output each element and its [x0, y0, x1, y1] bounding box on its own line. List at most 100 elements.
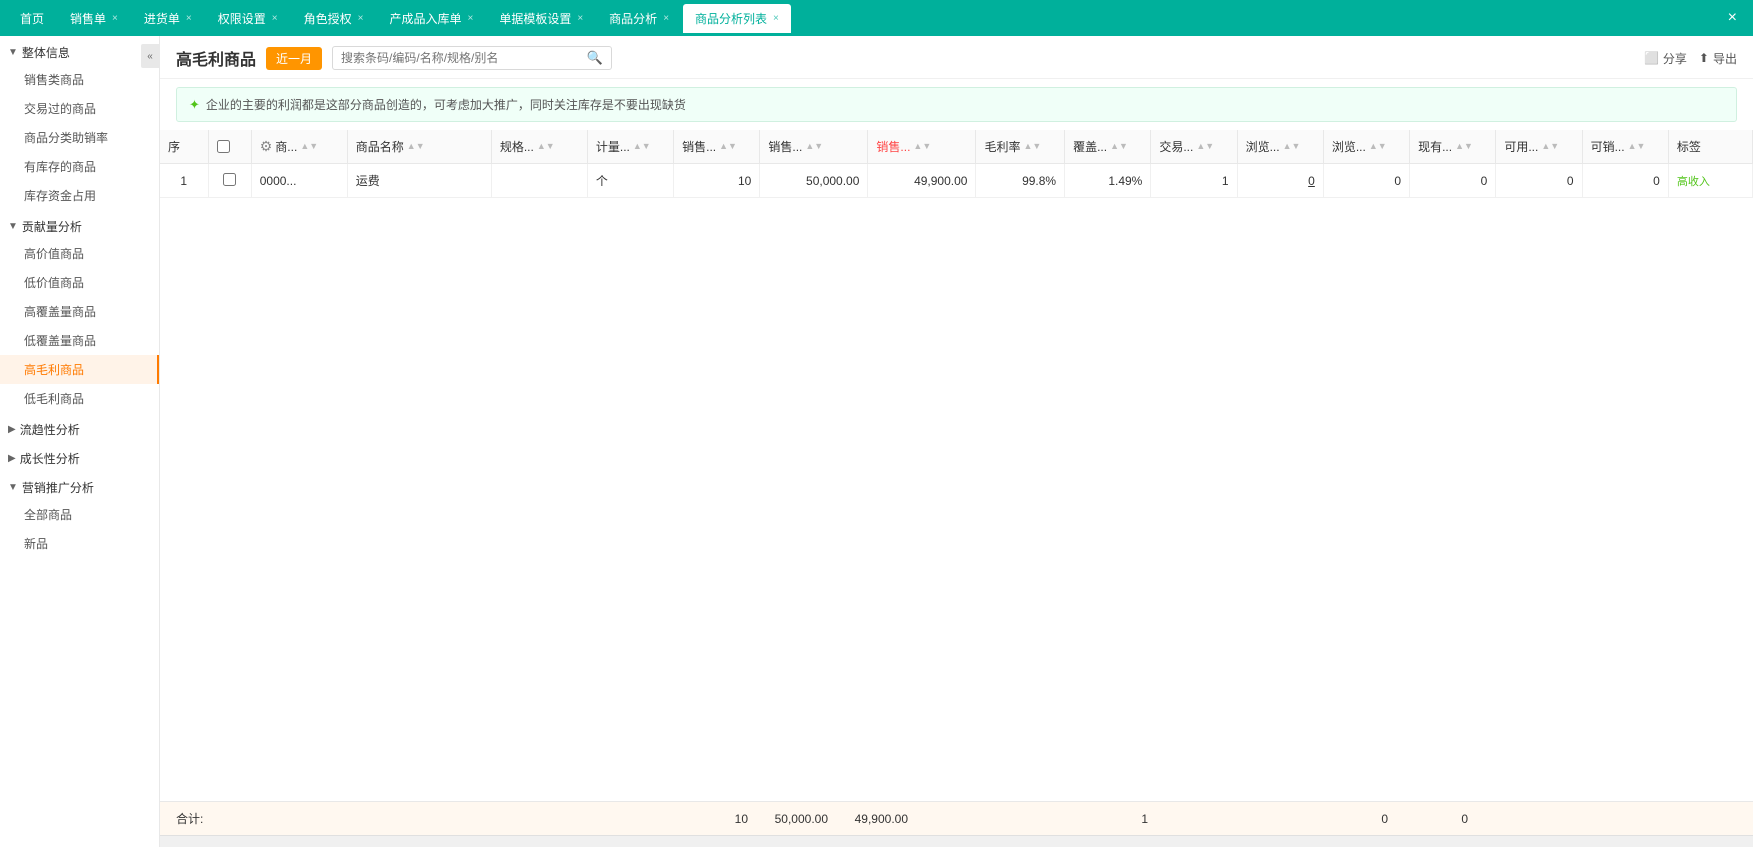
filter-recent-month-button[interactable]: 近一月	[266, 47, 322, 70]
cell-browse1[interactable]: 0	[1237, 164, 1323, 198]
sidebar-group-contribution[interactable]: ▼ 贡献量分析	[0, 210, 159, 239]
gear-icon[interactable]: ⚙	[260, 138, 273, 155]
cell-sales-amt: 50,000.00	[760, 164, 868, 198]
cell-check[interactable]	[208, 164, 251, 198]
sort-arrows[interactable]: ▲▼	[1196, 142, 1214, 151]
close-icon[interactable]: ×	[272, 13, 278, 24]
close-icon[interactable]: ×	[577, 13, 583, 24]
tab-permission[interactable]: 权限设置 ×	[206, 4, 290, 33]
sort-arrows[interactable]: ▲▼	[1369, 142, 1387, 151]
info-icon: ✦	[189, 97, 200, 113]
sidebar-item-low-value[interactable]: 低价值商品	[0, 268, 159, 297]
sidebar-item-category-rate[interactable]: 商品分类助销率	[0, 123, 159, 152]
sort-arrows[interactable]: ▲▼	[300, 142, 318, 151]
sidebar-item-low-coverage[interactable]: 低覆盖量商品	[0, 326, 159, 355]
select-all-checkbox[interactable]	[217, 140, 230, 153]
cell-code: 0000...	[251, 164, 347, 198]
sort-arrows[interactable]: ▲▼	[805, 142, 823, 151]
sidebar-item-low-margin[interactable]: 低毛利商品	[0, 384, 159, 413]
share-icon: ⬜	[1644, 51, 1659, 65]
close-icon[interactable]: ×	[112, 13, 118, 24]
sort-arrows[interactable]: ▲▼	[1110, 142, 1128, 151]
sidebar-group-marketing[interactable]: ▼ 营销推广分析	[0, 471, 159, 500]
footer-cells: 10 50,000.00 49,900.00 1 0 0	[256, 812, 1737, 826]
sidebar-item-new-goods[interactable]: 新品	[0, 529, 159, 558]
sort-arrows[interactable]: ▲▼	[407, 142, 425, 151]
chevron-right-icon: ▶	[8, 424, 16, 435]
cell-browse2: 0	[1323, 164, 1409, 198]
sidebar-item-sales-goods[interactable]: 销售类商品	[0, 65, 159, 94]
tab-purchase[interactable]: 进货单 ×	[132, 4, 204, 33]
chevron-right-icon: ▶	[8, 453, 16, 464]
sidebar-item-stock-capital[interactable]: 库存资金占用	[0, 181, 159, 210]
tab-product-warehouse[interactable]: 产成品入库单 ×	[377, 4, 485, 33]
export-button[interactable]: ⬆ 导出	[1699, 50, 1737, 67]
cell-stock: 0	[1410, 164, 1496, 198]
cell-avail: 0	[1496, 164, 1582, 198]
sidebar-item-high-value[interactable]: 高价值商品	[0, 239, 159, 268]
close-icon[interactable]: ×	[186, 13, 192, 24]
cell-tag: 高收入	[1668, 164, 1752, 198]
sort-arrows[interactable]: ▲▼	[1023, 142, 1041, 151]
sidebar-toggle-button[interactable]: «	[141, 44, 159, 68]
sidebar-item-all-goods[interactable]: 全部商品	[0, 500, 159, 529]
th-saleable: 可销... ▲▼	[1582, 130, 1668, 164]
sidebar-group-overall[interactable]: ▼ 整体信息	[0, 36, 159, 65]
content-area: 高毛利商品 近一月 🔍 ⬜ 分享 ⬆ 导出 ✦ 企业的主要的利润都是这部分商品创…	[160, 36, 1753, 847]
cell-trade: 1	[1151, 164, 1237, 198]
th-browse2: 浏览... ▲▼	[1323, 130, 1409, 164]
close-icon[interactable]: ×	[358, 13, 364, 24]
sort-arrows[interactable]: ▲▼	[913, 142, 931, 151]
page-title: 高毛利商品	[176, 46, 256, 70]
sidebar-item-high-coverage[interactable]: 高覆盖量商品	[0, 297, 159, 326]
sort-arrows[interactable]: ▲▼	[1283, 142, 1301, 151]
tab-role[interactable]: 角色授权 ×	[292, 4, 376, 33]
sidebar-item-high-margin[interactable]: 高毛利商品	[0, 355, 159, 384]
content-header: 高毛利商品 近一月 🔍 ⬜ 分享 ⬆ 导出	[160, 36, 1753, 79]
main-layout: « ▼ 整体信息 销售类商品 交易过的商品 商品分类助销率 有库存的商品 库存资…	[0, 36, 1753, 847]
tab-product-analysis[interactable]: 商品分析 ×	[597, 4, 681, 33]
sort-arrows[interactable]: ▲▼	[1541, 142, 1559, 151]
tab-product-analysis-list[interactable]: 商品分析列表 ×	[683, 4, 791, 33]
footer-trade: 1	[1076, 812, 1156, 826]
th-unit: 计量... ▲▼	[587, 130, 673, 164]
tab-sales[interactable]: 销售单 ×	[58, 4, 130, 33]
close-all-button[interactable]: ×	[1720, 9, 1745, 27]
share-button[interactable]: ⬜ 分享	[1644, 50, 1687, 67]
close-icon[interactable]: ×	[467, 13, 473, 24]
th-coverage: 覆盖... ▲▼	[1065, 130, 1151, 164]
row-checkbox[interactable]	[223, 173, 236, 186]
th-seq: 序	[160, 130, 208, 164]
sort-arrows[interactable]: ▲▼	[719, 142, 737, 151]
sidebar-group-growth[interactable]: ▶ 成长性分析	[0, 442, 159, 471]
export-icon: ⬆	[1699, 51, 1709, 65]
footer-stock: 0	[1316, 812, 1396, 826]
close-icon[interactable]: ×	[773, 13, 779, 24]
sidebar-item-traded-goods[interactable]: 交易过的商品	[0, 94, 159, 123]
search-icon: 🔍	[587, 50, 603, 66]
footer-empty6	[1236, 812, 1316, 826]
sort-arrows[interactable]: ▲▼	[633, 142, 651, 151]
cell-sales-profit: 49,900.00	[868, 164, 976, 198]
sidebar-group-trend[interactable]: ▶ 流趋性分析	[0, 413, 159, 442]
cell-saleable: 0	[1582, 164, 1668, 198]
footer-sales-amt: 50,000.00	[756, 812, 836, 826]
sort-arrows[interactable]: ▲▼	[1628, 142, 1646, 151]
search-input[interactable]	[341, 51, 587, 65]
sidebar-item-stocked-goods[interactable]: 有库存的商品	[0, 152, 159, 181]
sort-arrows[interactable]: ▲▼	[537, 142, 555, 151]
close-icon[interactable]: ×	[663, 13, 669, 24]
tab-home[interactable]: 首页	[8, 4, 56, 33]
table-wrapper[interactable]: 序 ⚙ 商... ▲▼	[160, 130, 1753, 801]
tab-template[interactable]: 单据模板设置 ×	[487, 4, 595, 33]
horizontal-scrollbar[interactable]	[160, 835, 1753, 847]
sort-arrows[interactable]: ▲▼	[1455, 142, 1473, 151]
th-name: 商品名称 ▲▼	[347, 130, 491, 164]
search-box: 🔍	[332, 46, 612, 70]
footer-empty2	[536, 812, 676, 826]
cell-seq: 1	[160, 164, 208, 198]
data-table: 序 ⚙ 商... ▲▼	[160, 130, 1753, 198]
th-sales-profit: 销售... ▲▼	[868, 130, 976, 164]
chevron-down-icon: ▼	[8, 482, 18, 493]
footer-empty1	[256, 812, 536, 826]
